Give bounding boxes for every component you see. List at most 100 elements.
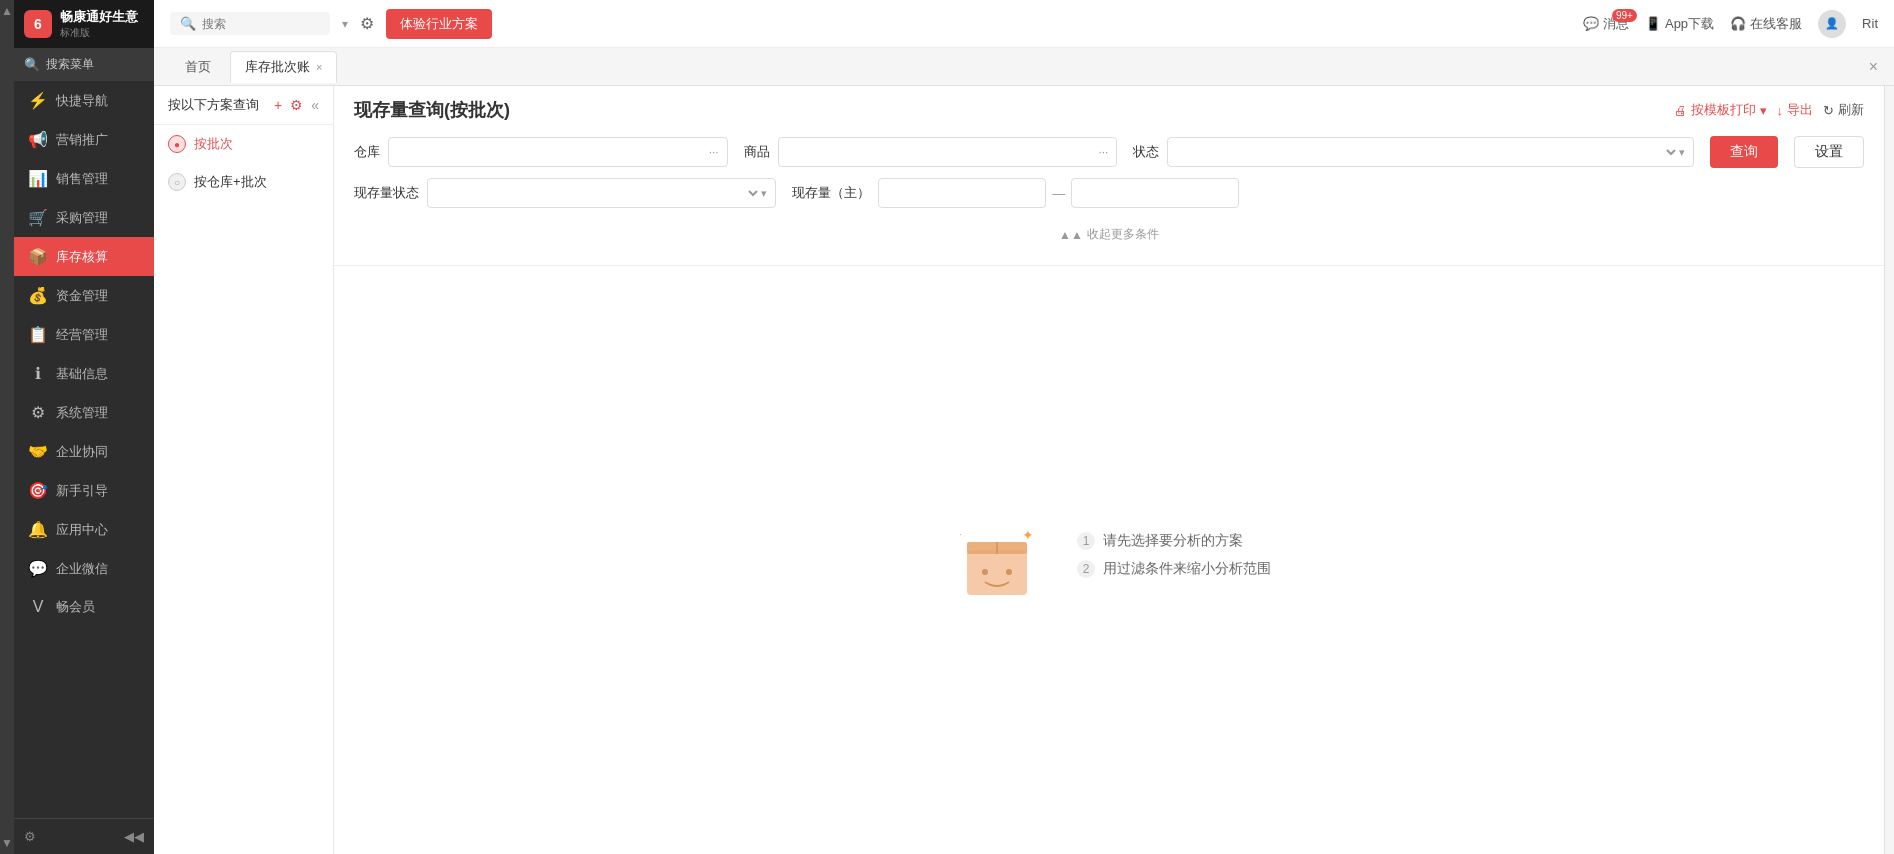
app-download-action[interactable]: 📱 App下载: [1645, 15, 1714, 33]
avatar[interactable]: 👤: [1818, 10, 1846, 38]
search-menu-label: 搜索菜单: [46, 56, 94, 73]
template-print-btn[interactable]: 🖨 按模板打印 ▾: [1674, 101, 1767, 119]
filter-form: 仓库 ··· 商品 ··· 状态: [334, 122, 1884, 266]
stock-amount-min-input[interactable]: [878, 178, 1046, 208]
sidebar-item-system[interactable]: ⚙ 系统管理: [14, 393, 154, 432]
filter-header-label: 按以下方案查询: [168, 96, 259, 114]
warehouse-more-icon[interactable]: ···: [709, 145, 719, 159]
search-icon: 🔍: [24, 57, 40, 72]
sidebar-item-wechat[interactable]: 💬 企业微信: [14, 549, 154, 588]
app-download-label: App下载: [1665, 15, 1714, 33]
filter-header-icons: + ⚙ «: [274, 97, 319, 113]
right-header: 现存量查询(按批次) 🖨 按模板打印 ▾ ↓ 导出 ↻ 刷新: [334, 86, 1884, 122]
tab-inventory-batch[interactable]: 库存批次账 ×: [230, 51, 337, 83]
messages-action[interactable]: 💬 消息 99+: [1583, 15, 1629, 33]
main-area: 🔍 ▾ ⚙ 体验行业方案 💬 消息 99+ 📱 App下载 🎧 在线客服 👤 R…: [154, 0, 1894, 854]
sidebar-item-app-center[interactable]: 🔔 应用中心: [14, 510, 154, 549]
sales-icon: 📊: [28, 169, 48, 188]
scroll-down-arrow[interactable]: ▼: [1, 836, 13, 850]
sidebar-item-label: 应用中心: [56, 521, 108, 539]
sidebar-item-guide[interactable]: 🎯 新手引导: [14, 471, 154, 510]
membership-icon: V: [28, 598, 48, 616]
collapse-more-btn[interactable]: ▲▲ 收起更多条件: [354, 218, 1864, 251]
filter-scheme-batch[interactable]: ● 按批次: [154, 125, 333, 163]
refresh-label: 刷新: [1838, 101, 1864, 119]
sidebar-header: 6 畅康通好生意 标准版: [14, 0, 154, 48]
scheme-warehouse-batch-icon: ○: [168, 173, 186, 191]
marketing-icon: 📢: [28, 130, 48, 149]
stock-status-select-wrapper[interactable]: ▾: [427, 178, 776, 208]
product-input[interactable]: [787, 145, 1099, 159]
empty-illustration: ✦ ·: [947, 510, 1047, 610]
messages-icon: 💬: [1583, 16, 1599, 31]
settings-icon[interactable]: ⚙: [24, 829, 36, 844]
filter-scheme-warehouse-batch[interactable]: ○ 按仓库+批次: [154, 163, 333, 201]
export-btn[interactable]: ↓ 导出: [1777, 101, 1814, 119]
page-title: 现存量查询(按批次): [354, 98, 510, 122]
topbar-search-box[interactable]: 🔍: [170, 12, 330, 35]
add-scheme-btn[interactable]: +: [274, 97, 282, 113]
tab-close-icon[interactable]: ×: [316, 61, 322, 73]
sidebar-item-enterprise[interactable]: 🤝 企业协同: [14, 432, 154, 471]
stock-amount-field: 现存量（主） —: [792, 178, 1214, 208]
sidebar-title-area: 畅康通好生意 标准版: [60, 8, 138, 40]
status-chevron-icon: ▾: [1679, 146, 1685, 159]
scheme-settings-btn[interactable]: ⚙: [290, 97, 303, 113]
status-select-wrapper[interactable]: ▾: [1167, 137, 1694, 167]
sidebar-item-purchase[interactable]: 🛒 采购管理: [14, 198, 154, 237]
sidebar-item-quick-nav[interactable]: ⚡ 快捷导航: [14, 81, 154, 120]
sidebar-item-operation[interactable]: 📋 经营管理: [14, 315, 154, 354]
app-title: 畅康通好生意: [60, 8, 138, 26]
stock-amount-max-input[interactable]: [1071, 178, 1239, 208]
app-center-icon: 🔔: [28, 520, 48, 539]
stock-status-select[interactable]: [436, 185, 761, 201]
online-service-action[interactable]: 🎧 在线客服: [1730, 15, 1802, 33]
query-btn[interactable]: 查询: [1710, 136, 1778, 168]
sidebar-item-basic-info[interactable]: ℹ 基础信息: [14, 354, 154, 393]
collapse-panel-btn[interactable]: «: [311, 97, 319, 113]
topbar-gear-icon[interactable]: ⚙: [360, 14, 374, 33]
settings-btn[interactable]: 设置: [1794, 136, 1864, 168]
sidebar-item-inventory[interactable]: 📦 库存核算: [14, 237, 154, 276]
right-scrollbar[interactable]: [1884, 86, 1894, 854]
svg-text:·: ·: [959, 529, 962, 540]
product-input-wrapper[interactable]: ···: [778, 137, 1118, 167]
scheme-batch-icon: ●: [168, 135, 186, 153]
product-more-icon[interactable]: ···: [1098, 145, 1108, 159]
template-print-chevron: ▾: [1760, 103, 1767, 118]
sidebar-scrollbar[interactable]: ▲ ▼: [0, 0, 14, 854]
messages-badge: 99+: [1612, 9, 1637, 22]
sidebar-item-label: 经营管理: [56, 326, 108, 344]
sidebar-footer: ⚙ ◀◀: [14, 818, 154, 854]
scroll-up-arrow[interactable]: ▲: [1, 4, 13, 18]
finance-icon: 💰: [28, 286, 48, 305]
scheme-warehouse-batch-label: 按仓库+批次: [194, 173, 267, 191]
enterprise-icon: 🤝: [28, 442, 48, 461]
topbar-chevron-icon[interactable]: ▾: [342, 17, 348, 31]
hint-text-2: 用过滤条件来缩小分析范围: [1103, 560, 1271, 578]
topbar-search-input[interactable]: [202, 17, 320, 31]
experience-btn[interactable]: 体验行业方案: [386, 9, 492, 39]
warehouse-input-wrapper[interactable]: ···: [388, 137, 728, 167]
sidebar-search[interactable]: 🔍 搜索菜单: [14, 48, 154, 81]
sidebar-item-finance[interactable]: 💰 资金管理: [14, 276, 154, 315]
range-dash: —: [1052, 186, 1065, 201]
wechat-icon: 💬: [28, 559, 48, 578]
topbar-search-icon: 🔍: [180, 16, 196, 31]
product-label: 商品: [744, 143, 778, 161]
sidebar-item-membership[interactable]: V 畅会员: [14, 588, 154, 626]
tab-panel-close-icon[interactable]: ×: [1869, 58, 1878, 76]
status-select[interactable]: [1176, 144, 1679, 160]
tab-home[interactable]: 首页: [170, 51, 226, 83]
username-label[interactable]: Rit: [1862, 16, 1878, 31]
sidebar-item-sales[interactable]: 📊 销售管理: [14, 159, 154, 198]
sidebar-item-label: 营销推广: [56, 131, 108, 149]
collapse-sidebar-icon[interactable]: ◀◀: [124, 829, 144, 844]
left-filter-panel: 按以下方案查询 + ⚙ « ● 按批次 ○ 按仓库+批次: [154, 86, 334, 854]
sidebar-item-label: 基础信息: [56, 365, 108, 383]
hint-text-1: 请先选择要分析的方案: [1103, 532, 1243, 550]
refresh-btn[interactable]: ↻ 刷新: [1823, 101, 1864, 119]
refresh-icon: ↻: [1823, 103, 1834, 118]
sidebar-item-marketing[interactable]: 📢 营销推广: [14, 120, 154, 159]
warehouse-input[interactable]: [397, 145, 709, 159]
